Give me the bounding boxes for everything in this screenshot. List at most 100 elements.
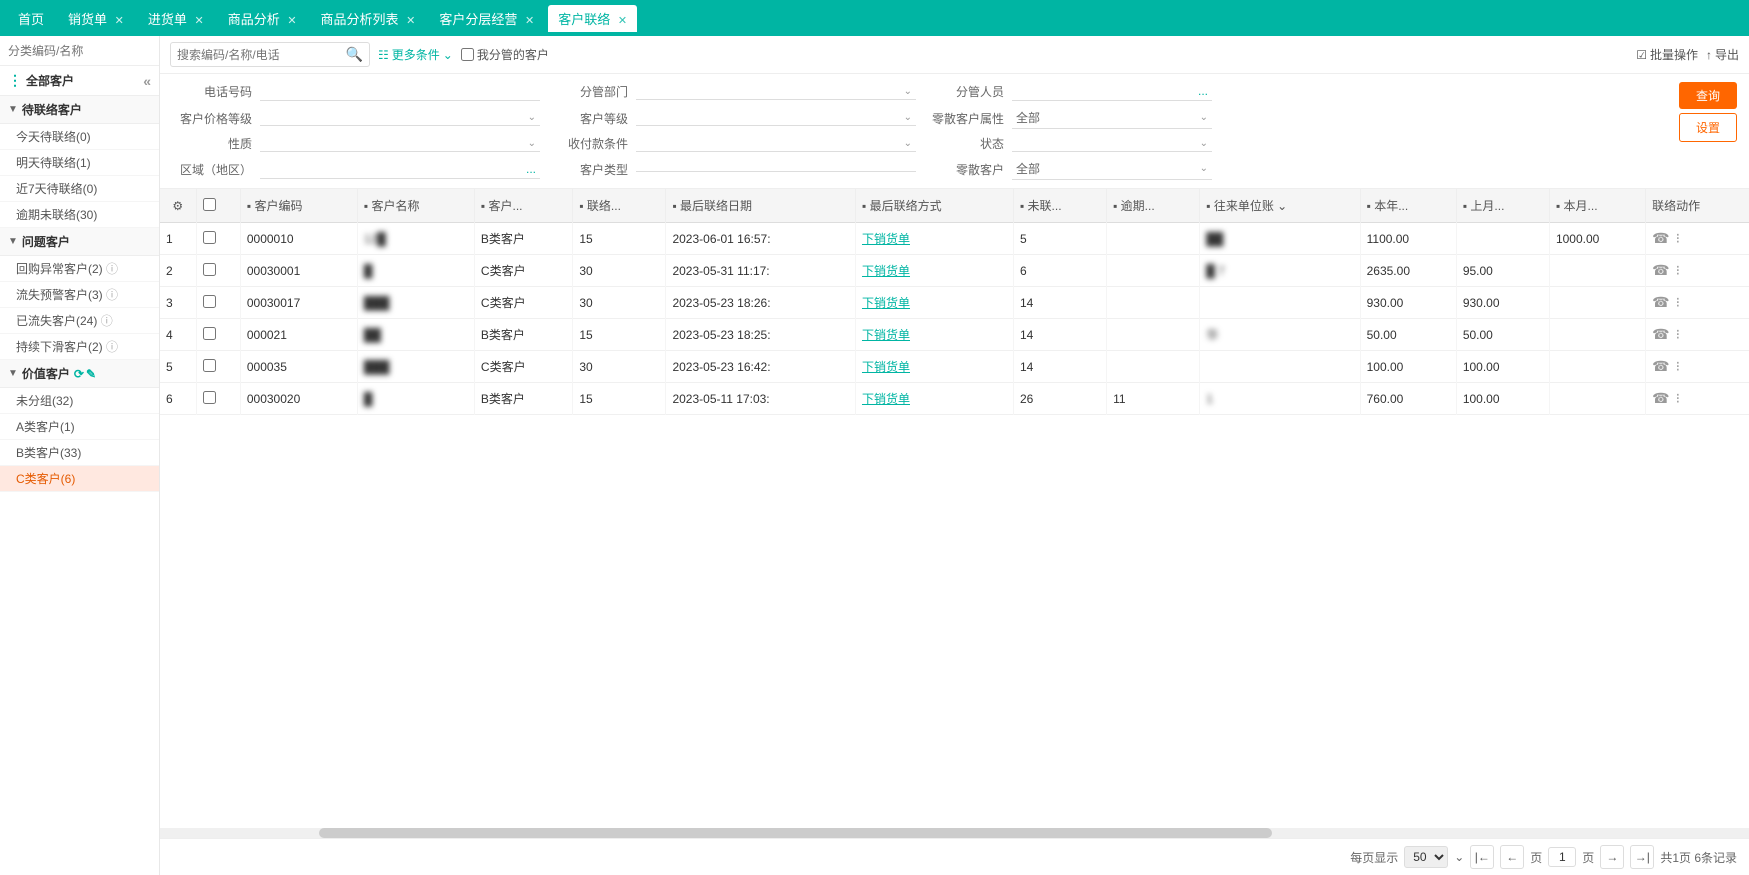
- prev-page-button[interactable]: ←: [1500, 845, 1524, 869]
- my-customers-checkbox[interactable]: [461, 48, 474, 61]
- per-page-select[interactable]: 50: [1404, 846, 1448, 868]
- close-purchase-icon[interactable]: ✕: [194, 15, 203, 27]
- first-page-button[interactable]: |←: [1470, 845, 1494, 869]
- close-product-analysis-icon[interactable]: ✕: [287, 15, 296, 27]
- nav-purchase[interactable]: 进货单 ✕: [138, 5, 214, 32]
- sidebar-item-tomorrow[interactable]: 明天待联络(1): [0, 150, 159, 176]
- scroll-thumb[interactable]: [319, 828, 1272, 838]
- row-checkbox-4[interactable]: [203, 359, 216, 372]
- nature-select[interactable]: ⌄: [260, 136, 540, 152]
- refresh-icon[interactable]: ⟳: [74, 367, 84, 381]
- more-actions-icon-2[interactable]: ⁝: [1676, 294, 1680, 311]
- horizontal-scrollbar[interactable]: [160, 828, 1749, 838]
- call-icon-3[interactable]: ☎: [1652, 326, 1669, 343]
- payment-select[interactable]: ⌄: [636, 136, 916, 152]
- manager-select[interactable]: ...: [1012, 82, 1212, 101]
- cell-type: B类客户: [474, 383, 572, 415]
- dept-select[interactable]: ⌄: [636, 84, 916, 100]
- type-select[interactable]: [636, 167, 916, 172]
- group-value-customers[interactable]: ▼ 价值客户 ⟳ ✎: [0, 360, 159, 388]
- sidebar-item-c-customers[interactable]: C类客户(6): [0, 466, 159, 492]
- sidebar-item-7days[interactable]: 近7天待联络(0): [0, 176, 159, 202]
- call-icon-0[interactable]: ☎: [1652, 230, 1669, 247]
- row-checkbox-1[interactable]: [203, 263, 216, 276]
- cell-index: 1: [160, 223, 196, 255]
- sidebar-item-declining[interactable]: 持续下滑客户(2) ⓘ: [0, 334, 159, 360]
- call-icon-4[interactable]: ☎: [1652, 358, 1669, 375]
- cell-this-month: [1549, 351, 1645, 383]
- row-checkbox-2[interactable]: [203, 295, 216, 308]
- nav-sales[interactable]: 销货单 ✕: [58, 5, 134, 32]
- query-button[interactable]: 查询: [1679, 82, 1737, 109]
- settings-button[interactable]: 设置: [1679, 113, 1737, 142]
- call-icon-5[interactable]: ☎: [1652, 390, 1669, 407]
- all-customers-header[interactable]: ⋮ 全部客户 «: [0, 66, 159, 96]
- sidebar-item-a-customers[interactable]: A类客户(1): [0, 414, 159, 440]
- close-sales-icon[interactable]: ✕: [115, 15, 124, 27]
- search-icon[interactable]: 🔍: [346, 46, 363, 63]
- nav-product-analysis-list[interactable]: 商品分析列表 ✕: [311, 5, 426, 32]
- more-actions-icon-5[interactable]: ⁝: [1676, 390, 1680, 407]
- more-actions-icon-0[interactable]: ⁝: [1676, 230, 1680, 247]
- group-problem-customers[interactable]: ▼ 问题客户: [0, 228, 159, 256]
- close-product-analysis-list-icon[interactable]: ✕: [406, 15, 415, 27]
- close-customer-contact-icon[interactable]: ✕: [618, 15, 627, 27]
- per-page-label: 每页显示: [1350, 849, 1398, 866]
- close-customer-stratified-icon[interactable]: ✕: [525, 15, 534, 27]
- sidebar-search-input[interactable]: [8, 44, 160, 58]
- sidebar-item-b-customers[interactable]: B类客户(33): [0, 440, 159, 466]
- customer-level-select[interactable]: ⌄: [636, 110, 916, 126]
- sidebar-item-churned[interactable]: 已流失客户(24) ⓘ: [0, 308, 159, 334]
- page-number-input[interactable]: [1548, 847, 1576, 867]
- group-pending-contact[interactable]: ▼ 待联络客户: [0, 96, 159, 124]
- nav-customer-contact[interactable]: 客户联络 ✕: [548, 5, 637, 32]
- area-select[interactable]: ...: [260, 160, 540, 179]
- search-input[interactable]: [177, 48, 346, 62]
- batch-operations-button[interactable]: ☑ 批量操作: [1636, 46, 1698, 63]
- retail-attr-select[interactable]: 全部 ⌄: [1012, 107, 1212, 129]
- table-footer: 每页显示 50 ⌄ |← ← 页 页 → →| 共1页 6条记录: [160, 838, 1749, 875]
- nav-customer-stratified[interactable]: 客户分层经营 ✕: [429, 5, 544, 32]
- row-checkbox-0[interactable]: [203, 231, 216, 244]
- sidebar-item-unclassified[interactable]: 未分组(32): [0, 388, 159, 414]
- th-last-contact-date: ▪ 最后联络日期: [666, 189, 856, 223]
- last-page-button[interactable]: →|: [1630, 845, 1654, 869]
- row-checkbox-5[interactable]: [203, 391, 216, 404]
- price-level-select[interactable]: ⌄: [260, 110, 540, 126]
- more-actions-icon-4[interactable]: ⁝: [1676, 358, 1680, 375]
- row-checkbox-3[interactable]: [203, 327, 216, 340]
- call-icon-1[interactable]: ☎: [1652, 262, 1669, 279]
- status-select[interactable]: ⌄: [1012, 136, 1212, 152]
- area-dots-button[interactable]: ...: [526, 162, 536, 176]
- my-customers-checkbox-label[interactable]: 我分管的客户: [461, 46, 549, 63]
- nav-product-analysis[interactable]: 商品分析 ✕: [218, 5, 307, 32]
- nav-home[interactable]: 首页: [8, 5, 54, 32]
- retail-select[interactable]: 全部 ⌄: [1012, 158, 1212, 180]
- select-all-checkbox[interactable]: [203, 198, 216, 211]
- th-type: ▪ 客户...: [474, 189, 572, 223]
- manager-dots-button[interactable]: ...: [1198, 84, 1208, 98]
- export-button[interactable]: ↑ 导出: [1706, 46, 1739, 63]
- phone-input[interactable]: [260, 82, 540, 101]
- more-actions-icon-1[interactable]: ⁝: [1676, 262, 1680, 279]
- next-page-button[interactable]: →: [1600, 845, 1624, 869]
- info-icon-3: ⓘ: [101, 314, 113, 328]
- cell-index: 5: [160, 351, 196, 383]
- sidebar-item-churn-warning[interactable]: 流失预警客户(3) ⓘ: [0, 282, 159, 308]
- manager-label: 分管人员: [924, 83, 1004, 100]
- info-icon-1: ⓘ: [106, 262, 118, 276]
- more-conditions-button[interactable]: ☷ 更多条件 ⌄: [378, 46, 453, 63]
- collapse-icon[interactable]: «: [143, 73, 151, 89]
- th-settings[interactable]: ⚙: [160, 189, 196, 223]
- cell-uncontacted: 26: [1013, 383, 1106, 415]
- sidebar-item-repurchase-abnormal[interactable]: 回购异常客户(2) ⓘ: [0, 256, 159, 282]
- sidebar-item-today[interactable]: 今天待联络(0): [0, 124, 159, 150]
- group-pending-label: 待联络客户: [22, 101, 82, 118]
- call-icon-2[interactable]: ☎: [1652, 294, 1669, 311]
- sidebar: 🔍 ⋮ 全部客户 « ▼ 待联络客户 今天待联络(0) 明天待联络(1) 近7天…: [0, 36, 160, 875]
- more-conditions-label: 更多条件: [392, 46, 440, 63]
- edit-icon[interactable]: ✎: [86, 367, 96, 381]
- cell-last-contact-date: 2023-06-01 16:57:: [666, 223, 856, 255]
- sidebar-item-overdue[interactable]: 逾期未联络(30): [0, 202, 159, 228]
- more-actions-icon-3[interactable]: ⁝: [1676, 326, 1680, 343]
